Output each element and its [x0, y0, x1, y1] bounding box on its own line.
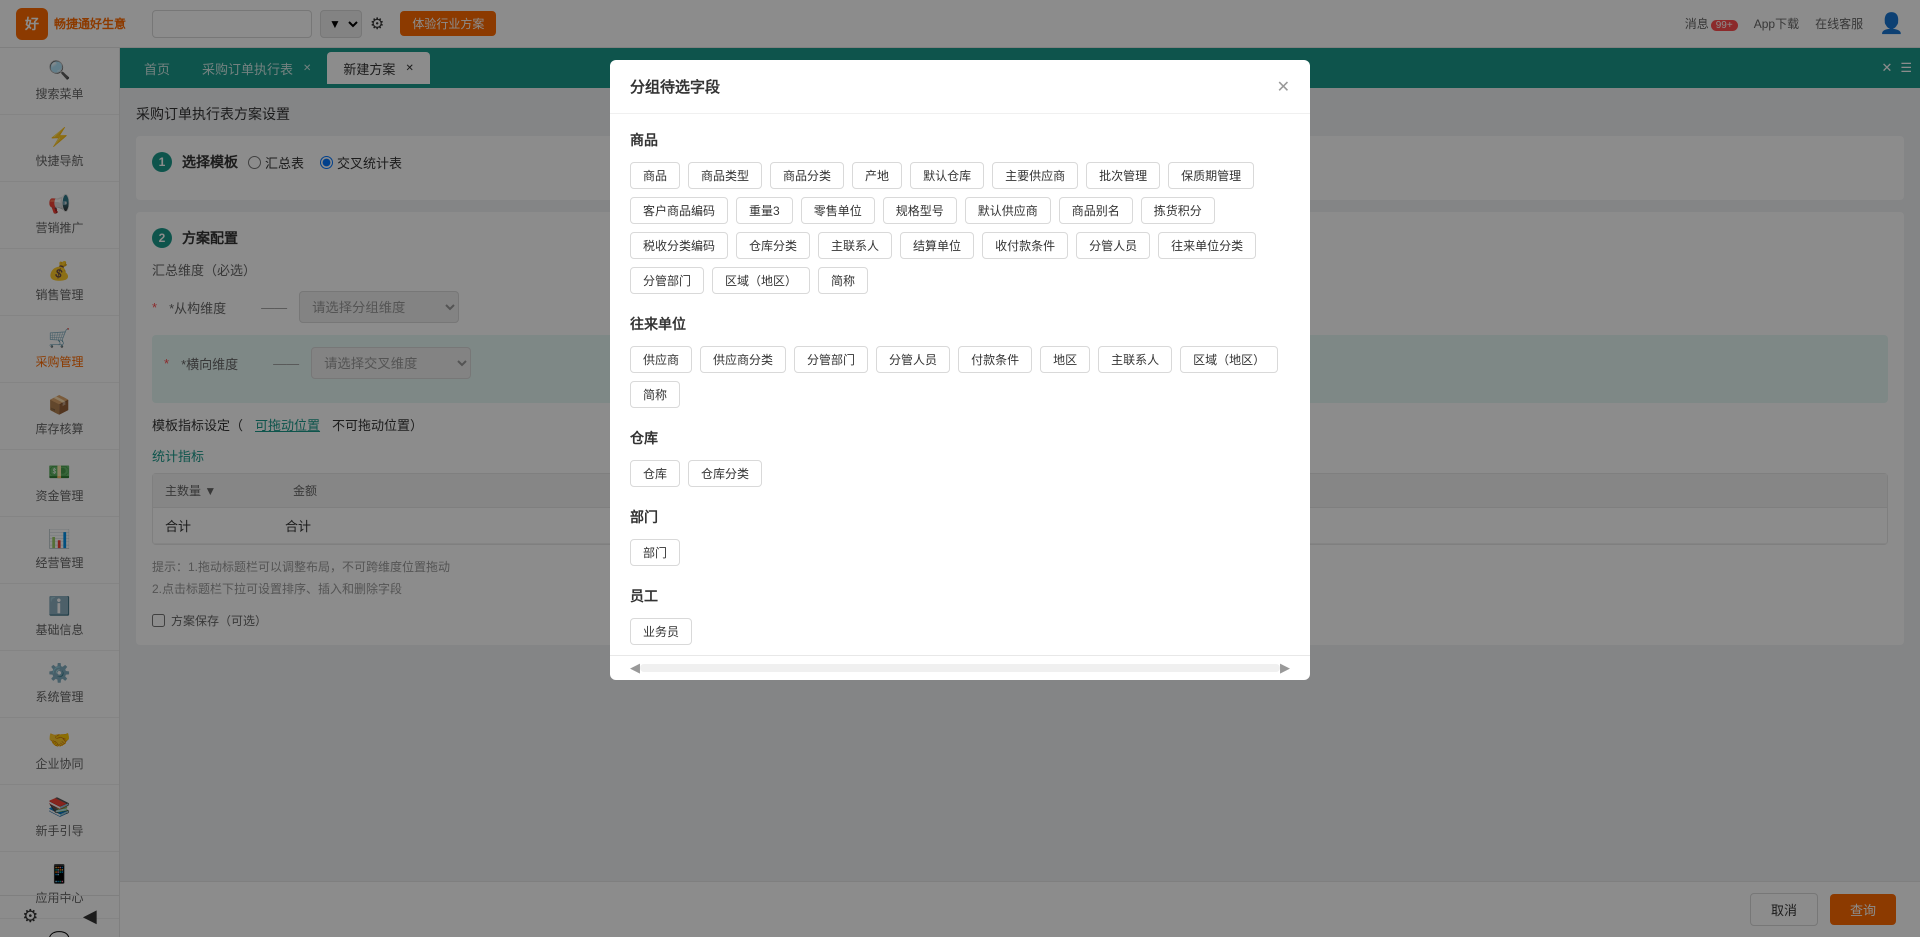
field-tag[interactable]: 付款条件	[958, 346, 1032, 373]
field-tag[interactable]: 产地	[852, 162, 902, 189]
section-goods: 商品 商品 商品类型 商品分类 产地 默认仓库 主要供应商 批次管理 保质期管理…	[630, 130, 1290, 294]
field-tag[interactable]: 仓库	[630, 460, 680, 487]
section-warehouse-title: 仓库	[630, 428, 1290, 448]
field-select-modal: 分组待选字段 ✕ 商品 商品 商品类型 商品分类 产地 默认仓库 主要供应商 批…	[610, 60, 1310, 680]
field-tag[interactable]: 保质期管理	[1168, 162, 1254, 189]
field-tag[interactable]: 结算单位	[900, 232, 974, 259]
field-tag[interactable]: 拣货积分	[1141, 197, 1215, 224]
modal-header: 分组待选字段 ✕	[610, 60, 1310, 114]
section-goods-tags: 商品 商品类型 商品分类 产地 默认仓库 主要供应商 批次管理 保质期管理 客户…	[630, 162, 1290, 294]
section-partner-tags: 供应商 供应商分类 分管部门 分管人员 付款条件 地区 主联系人 区域（地区） …	[630, 346, 1290, 408]
field-tag[interactable]: 分管人员	[876, 346, 950, 373]
field-tag[interactable]: 供应商分类	[700, 346, 786, 373]
field-tag[interactable]: 分管部门	[630, 267, 704, 294]
field-tag[interactable]: 部门	[630, 539, 680, 566]
field-tag[interactable]: 简称	[818, 267, 868, 294]
field-tag[interactable]: 仓库分类	[736, 232, 810, 259]
scroll-left-arrow[interactable]: ◀	[630, 660, 640, 676]
section-department: 部门 部门	[630, 507, 1290, 566]
field-tag[interactable]: 主联系人	[818, 232, 892, 259]
modal-close-icon[interactable]: ✕	[1277, 77, 1290, 97]
field-tag[interactable]: 商品别名	[1059, 197, 1133, 224]
modal-overlay: 分组待选字段 ✕ 商品 商品 商品类型 商品分类 产地 默认仓库 主要供应商 批…	[0, 0, 1920, 937]
field-tag[interactable]: 收付款条件	[982, 232, 1068, 259]
scroll-right-arrow[interactable]: ▶	[1280, 660, 1290, 676]
field-tag[interactable]: 默认仓库	[910, 162, 984, 189]
field-tag[interactable]: 供应商	[630, 346, 692, 373]
field-tag[interactable]: 业务员	[630, 618, 692, 645]
section-partner-title: 往来单位	[630, 314, 1290, 334]
field-tag[interactable]: 税收分类编码	[630, 232, 728, 259]
field-tag[interactable]: 分管部门	[794, 346, 868, 373]
modal-title: 分组待选字段	[630, 76, 720, 97]
field-tag[interactable]: 区域（地区）	[1180, 346, 1278, 373]
field-tag[interactable]: 规格型号	[883, 197, 957, 224]
field-tag[interactable]: 区域（地区）	[712, 267, 810, 294]
section-goods-title: 商品	[630, 130, 1290, 150]
field-tag[interactable]: 主联系人	[1098, 346, 1172, 373]
field-tag[interactable]: 默认供应商	[965, 197, 1051, 224]
section-department-tags: 部门	[630, 539, 1290, 566]
section-warehouse: 仓库 仓库 仓库分类	[630, 428, 1290, 487]
section-warehouse-tags: 仓库 仓库分类	[630, 460, 1290, 487]
field-tag[interactable]: 零售单位	[801, 197, 875, 224]
field-tag[interactable]: 商品	[630, 162, 680, 189]
section-partner: 往来单位 供应商 供应商分类 分管部门 分管人员 付款条件 地区 主联系人 区域…	[630, 314, 1290, 408]
field-tag[interactable]: 客户商品编码	[630, 197, 728, 224]
field-tag[interactable]: 地区	[1040, 346, 1090, 373]
field-tag[interactable]: 往来单位分类	[1158, 232, 1256, 259]
field-tag[interactable]: 分管人员	[1076, 232, 1150, 259]
field-tag[interactable]: 商品类型	[688, 162, 762, 189]
field-tag[interactable]: 商品分类	[770, 162, 844, 189]
field-tag[interactable]: 重量3	[736, 197, 793, 224]
modal-body: 商品 商品 商品类型 商品分类 产地 默认仓库 主要供应商 批次管理 保质期管理…	[610, 114, 1310, 655]
field-tag[interactable]: 简称	[630, 381, 680, 408]
field-tag[interactable]: 主要供应商	[992, 162, 1078, 189]
section-department-title: 部门	[630, 507, 1290, 527]
field-tag[interactable]: 仓库分类	[688, 460, 762, 487]
field-tag[interactable]: 批次管理	[1086, 162, 1160, 189]
modal-scrollbar-area: ◀ ▶	[610, 655, 1310, 680]
horizontal-scrollbar[interactable]	[640, 664, 1280, 672]
section-staff: 员工 业务员	[630, 586, 1290, 645]
section-staff-tags: 业务员	[630, 618, 1290, 645]
section-staff-title: 员工	[630, 586, 1290, 606]
